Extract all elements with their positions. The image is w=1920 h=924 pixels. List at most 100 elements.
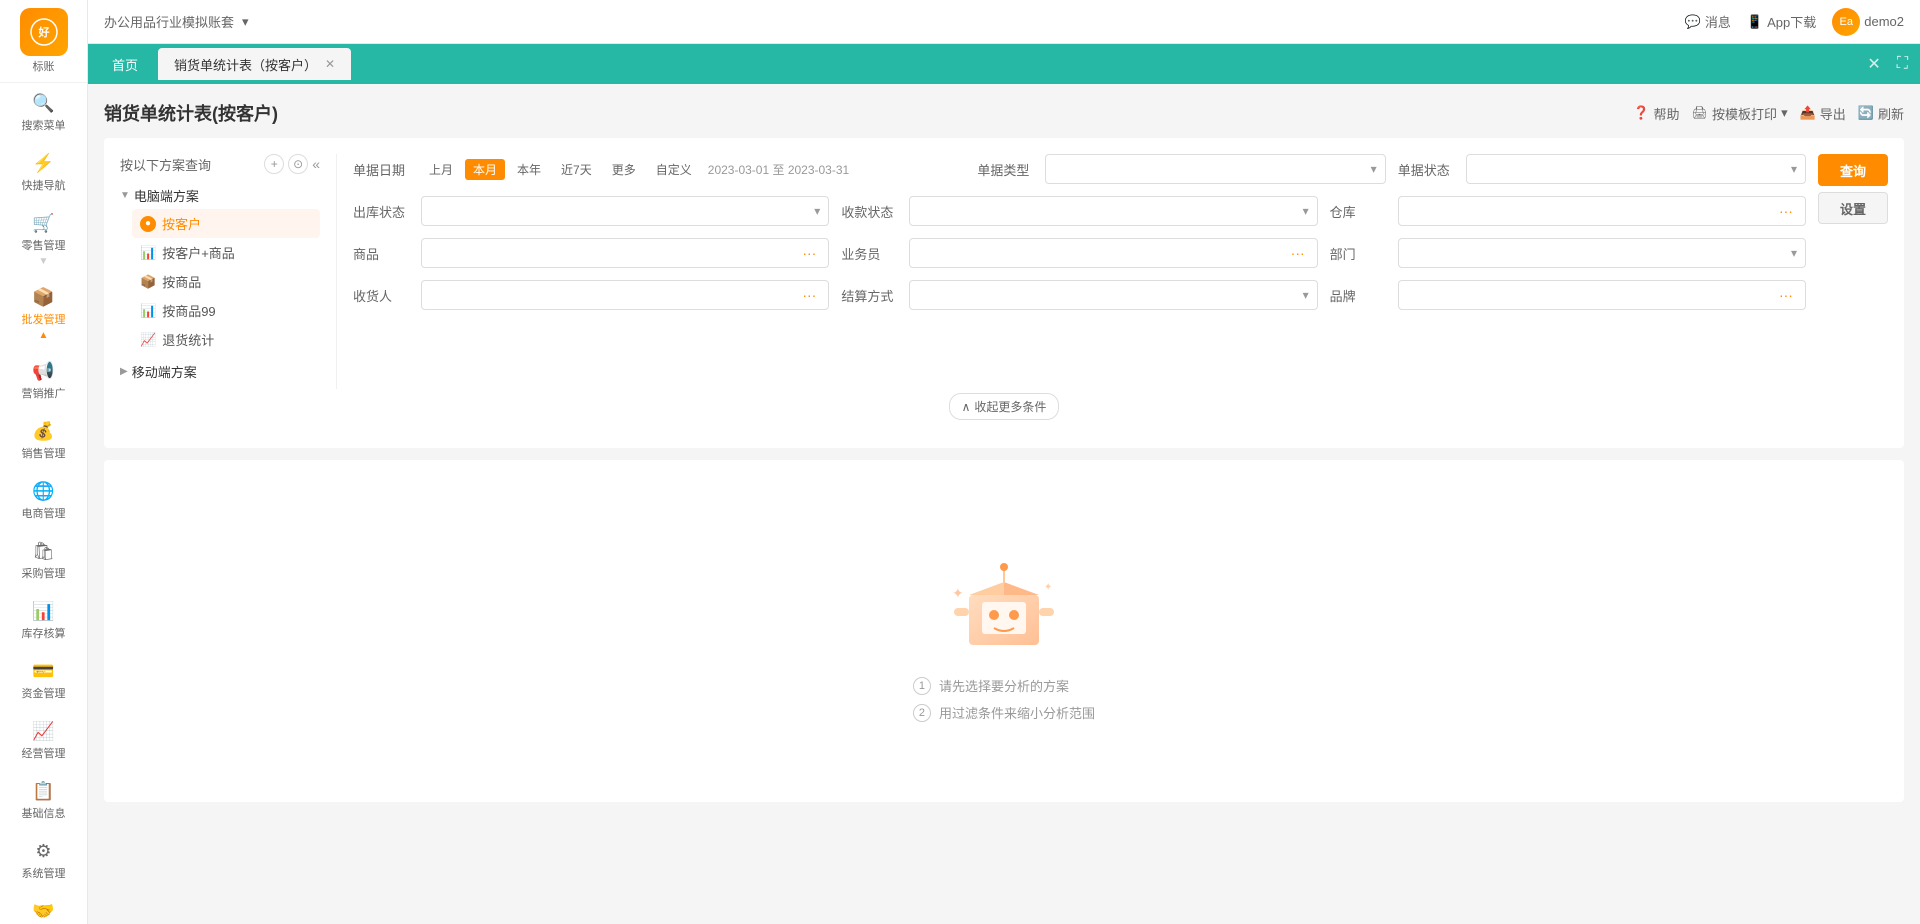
- collapse-bar: ∧ 收起更多条件: [120, 389, 1888, 424]
- receiver-select[interactable]: ···: [421, 280, 829, 310]
- sidebar-item-ecommerce[interactable]: 🌐 电商管理: [0, 471, 87, 531]
- warehouse-select[interactable]: ···: [1398, 196, 1806, 226]
- scheme-add-btn[interactable]: +: [264, 154, 284, 174]
- page-header: 销货单统计表(按客户) ❓ 帮助 🖨 按模板打印 ▾ 📤 导出 🔄 刷新: [104, 100, 1904, 126]
- sidebar-item-label: 库存核算: [22, 625, 66, 641]
- salesperson-select[interactable]: ···: [909, 238, 1317, 268]
- scheme-group-mobile-header[interactable]: ▶ 移动端方案: [120, 358, 320, 385]
- date-tab-7days[interactable]: 近7天: [553, 159, 600, 180]
- filter-field-date: 单据日期 上月 本月 本年 近7天 更多 自定义 20: [353, 159, 965, 180]
- sidebar-item-label: 快捷导航: [22, 177, 66, 193]
- doc-type-label: 单据类型: [977, 160, 1037, 179]
- export-btn[interactable]: 📤 导出: [1800, 104, 1846, 123]
- chevron-up-icon: ∧: [962, 400, 971, 414]
- sidebar-item-label: 批发管理: [22, 311, 66, 327]
- sidebar-item-purchase[interactable]: 🛍 采购管理: [0, 531, 87, 591]
- sidebar-item-system[interactable]: ⚙ 系统管理: [0, 831, 87, 891]
- date-tab-custom[interactable]: 自定义: [648, 159, 700, 180]
- sidebar-item-sales[interactable]: 💰 销售管理: [0, 411, 87, 471]
- svg-text:好: 好: [37, 25, 49, 39]
- goods-select[interactable]: ···: [421, 238, 829, 268]
- group-arrow-icon: ▶: [120, 366, 128, 377]
- sidebar-item-label: 电商管理: [22, 505, 66, 521]
- sidebar-item-search[interactable]: 🔍 搜索菜单: [0, 83, 87, 143]
- query-btn[interactable]: 查询: [1818, 154, 1888, 186]
- scheme-item-by-goods[interactable]: 📦 按商品: [132, 267, 320, 296]
- scheme-item-by-customer[interactable]: ● 按客户: [132, 209, 320, 238]
- brand-dots[interactable]: ···: [1775, 287, 1797, 303]
- tab-sales-stat[interactable]: 销货单统计表（按客户） ✕: [158, 48, 351, 80]
- page-title: 销货单统计表(按客户): [104, 100, 278, 126]
- sidebar-item-operations[interactable]: 📈 经营管理: [0, 711, 87, 771]
- message-icon: 💬: [1685, 14, 1701, 30]
- wholesale-icon: 📦: [32, 287, 54, 308]
- empty-state: ✦ ✦ 1 请先选择要分析的方案 2 用过滤条件来缩小分析范围: [104, 460, 1904, 802]
- sidebar-item-basic[interactable]: 📋 基础信息: [0, 771, 87, 831]
- scheme-item-return-stats[interactable]: 📈 退货统计: [132, 325, 320, 354]
- message-btn[interactable]: 💬 消息: [1685, 12, 1731, 31]
- goods-dots[interactable]: ···: [798, 245, 820, 261]
- topbar-title: 办公用品行业模拟账套: [104, 12, 234, 31]
- settle-label: 结算方式: [841, 286, 901, 305]
- sidebar-item-wholesale[interactable]: 📦 批发管理 ▲: [0, 277, 87, 351]
- help-btn[interactable]: ❓ 帮助: [1633, 104, 1679, 123]
- svg-text:✦: ✦: [1044, 582, 1052, 593]
- sidebar-item-inventory[interactable]: 📊 库存核算: [0, 591, 87, 651]
- dept-select[interactable]: ▾: [1398, 238, 1806, 268]
- out-status-select[interactable]: ▾: [421, 196, 829, 226]
- receiver-dots[interactable]: ···: [798, 287, 820, 303]
- avatar: Ea: [1832, 8, 1860, 36]
- tab-close-icon[interactable]: ✕: [325, 57, 335, 71]
- sidebar-item-marketing[interactable]: 📢 营销推广: [0, 351, 87, 411]
- user-profile-btn[interactable]: Ea demo2: [1832, 8, 1904, 36]
- date-tab-this-month[interactable]: 本月: [465, 159, 505, 180]
- scheme-collapse-btn[interactable]: «: [312, 156, 320, 172]
- scheme-group-desktop-header[interactable]: ▼ 电脑端方案: [120, 182, 320, 209]
- sidebar-item-finance[interactable]: 💳 资金管理: [0, 651, 87, 711]
- app-download-btn[interactable]: 📱 App下载: [1747, 12, 1816, 31]
- collect-status-select[interactable]: ▾: [909, 196, 1317, 226]
- scheme-settings-btn[interactable]: ⊙: [288, 154, 308, 174]
- goods99-icon: 📊: [140, 303, 156, 319]
- refresh-btn[interactable]: 🔄 刷新: [1858, 104, 1904, 123]
- refresh-label: 刷新: [1878, 104, 1904, 123]
- marketing-icon: 📢: [32, 361, 54, 382]
- sidebar-item-label: 销售管理: [22, 445, 66, 461]
- brand-select[interactable]: ···: [1398, 280, 1806, 310]
- out-status-label: 出库状态: [353, 202, 413, 221]
- help-icon: ❓: [1633, 105, 1649, 121]
- empty-tips: 1 请先选择要分析的方案 2 用过滤条件来缩小分析范围: [913, 676, 1095, 722]
- operations-icon: 📈: [32, 721, 54, 742]
- basic-icon: 📋: [32, 781, 54, 802]
- sidebar-item-label: 经营管理: [22, 745, 66, 761]
- warehouse-label: 仓库: [1330, 202, 1390, 221]
- sidebar-item-shortcuts[interactable]: ⚡ 快捷导航: [0, 143, 87, 203]
- topbar-dropdown-icon[interactable]: ▾: [242, 14, 249, 30]
- scheme-item-by-customer-goods[interactable]: 📊 按客户+商品: [132, 238, 320, 267]
- doc-type-select[interactable]: ▾: [1045, 154, 1385, 184]
- date-tab-last-month[interactable]: 上月: [421, 159, 461, 180]
- sidebar-item-label: 基础信息: [22, 805, 66, 821]
- print-btn[interactable]: 🖨 按模板打印 ▾: [1692, 104, 1788, 123]
- settle-select[interactable]: ▾: [909, 280, 1317, 310]
- sidebar-item-retail[interactable]: 🛒 零售管理 ▼: [0, 203, 87, 277]
- collapse-conditions-btn[interactable]: ∧ 收起更多条件: [949, 393, 1060, 420]
- tab-close-btn[interactable]: ✕: [1863, 50, 1884, 78]
- tab-home[interactable]: 首页: [96, 48, 154, 80]
- doc-status-select[interactable]: ▾: [1466, 154, 1806, 184]
- settings-btn[interactable]: 设置: [1818, 192, 1888, 224]
- topbar-left: 办公用品行业模拟账套 ▾: [104, 12, 249, 31]
- empty-tip-2: 2 用过滤条件来缩小分析范围: [913, 703, 1095, 722]
- tab-maximize-btn[interactable]: ⛶: [1893, 51, 1912, 77]
- salesperson-dots[interactable]: ···: [1287, 245, 1309, 261]
- group-mobile-label: 移动端方案: [132, 362, 197, 381]
- date-tab-more[interactable]: 更多: [604, 159, 644, 180]
- scheme-item-by-goods99[interactable]: 📊 按商品99: [132, 296, 320, 325]
- receiver-label: 收货人: [353, 286, 413, 305]
- warehouse-dots[interactable]: ···: [1775, 203, 1797, 219]
- sidebar-item-enterprise[interactable]: 🤝 企业协同: [0, 891, 87, 924]
- date-tab-this-year[interactable]: 本年: [509, 159, 549, 180]
- goods-icon: 📦: [140, 274, 156, 290]
- by-customer-active-dot: ●: [140, 216, 156, 232]
- filter-field-goods: 商品 ···: [353, 238, 829, 268]
